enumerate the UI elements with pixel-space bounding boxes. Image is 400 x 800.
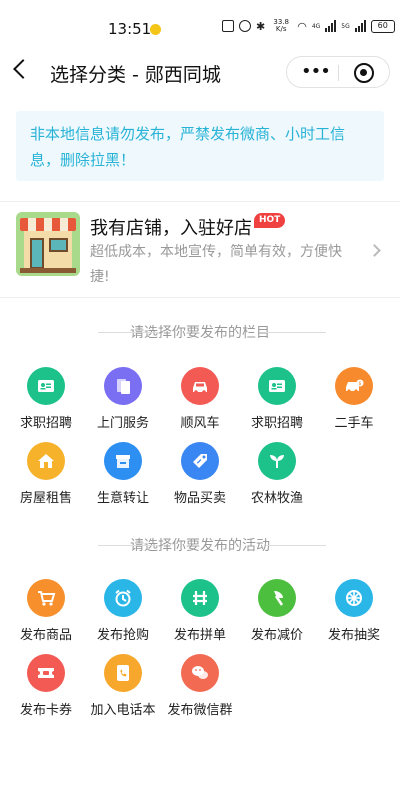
category-label: 发布商品 xyxy=(19,628,72,643)
page-title: 选择分类 - 郧西同城 xyxy=(50,64,221,86)
category-item[interactable]: 上门服务 xyxy=(85,367,161,431)
category-item[interactable]: 房屋租售 xyxy=(8,442,84,506)
shop-promo-description: 超低成本，本地宣传，简单有效，方便快捷! xyxy=(90,244,342,285)
category-label: 农林牧渔 xyxy=(250,491,303,506)
shop-icon xyxy=(104,442,142,480)
category-label: 加入电话本 xyxy=(90,703,156,718)
category-item[interactable]: 农林牧渔 xyxy=(239,442,315,506)
ticket-icon xyxy=(27,654,65,692)
id-card-icon xyxy=(258,367,296,405)
notice-banner: 非本地信息请勿发布，严禁发布微商、小时工信息，删除拉黑！ xyxy=(16,111,384,181)
category-label: 发布抽奖 xyxy=(327,628,380,643)
group-icon xyxy=(181,579,219,617)
category-item[interactable]: 求职招聘 xyxy=(239,367,315,431)
close-target-icon[interactable] xyxy=(354,63,374,83)
hot-badge: HOT xyxy=(254,213,286,228)
system-icons: ✱ 33.8 K/s ◠ 4G 5G 60 xyxy=(222,19,395,33)
axe-icon xyxy=(258,579,296,617)
wifi-icon: ◠ xyxy=(297,19,307,33)
signal-icon-2 xyxy=(354,20,366,32)
category-label: 顺风车 xyxy=(180,416,220,431)
category-label: 求职招聘 xyxy=(19,416,72,431)
category-label: 发布拼单 xyxy=(173,628,226,643)
category-item[interactable]: 发布抢购 xyxy=(85,579,161,643)
sprout-icon xyxy=(258,442,296,480)
used-car-icon: $ xyxy=(335,367,373,405)
section-title-columns: 请选择你要发布的栏目 xyxy=(0,322,400,342)
alarm-clock-icon xyxy=(104,579,142,617)
storefront-icon xyxy=(16,212,80,276)
wechat-icon xyxy=(181,654,219,692)
category-label: 发布卡券 xyxy=(19,703,72,718)
category-item[interactable]: 发布卡券 xyxy=(8,654,84,718)
car-icon xyxy=(181,367,219,405)
category-item[interactable]: 顺风车 xyxy=(162,367,238,431)
category-item[interactable]: 生意转让 xyxy=(85,442,161,506)
documents-icon xyxy=(104,367,142,405)
shop-promo[interactable]: 我有店铺，入驻好店 HOT 超低成本，本地宣传，简单有效，方便快捷! xyxy=(0,202,400,297)
mini-program-capsule: ••• xyxy=(286,56,390,88)
nav-bar: 选择分类 - 郧西同城 ••• xyxy=(0,56,400,92)
category-label: 上门服务 xyxy=(96,416,149,431)
category-item[interactable]: 发布商品 xyxy=(8,579,84,643)
capsule-divider xyxy=(338,65,339,81)
category-item[interactable]: 发布微信群 xyxy=(162,654,238,718)
status-time: 13:51 xyxy=(108,20,152,38)
house-icon xyxy=(27,442,65,480)
signal-4g-label: 4G xyxy=(311,22,321,30)
nfc-icon xyxy=(222,20,234,32)
category-item[interactable]: 求职招聘 xyxy=(8,367,84,431)
category-label: 求职招聘 xyxy=(250,416,303,431)
wheel-icon xyxy=(335,579,373,617)
signal-icon xyxy=(325,20,337,32)
svg-text:$: $ xyxy=(358,381,361,387)
category-label: 发布微信群 xyxy=(167,703,233,718)
section-title-activities-text: 请选择你要发布的活动 xyxy=(130,538,270,554)
category-item[interactable]: 物品买卖 xyxy=(162,442,238,506)
more-icon[interactable]: ••• xyxy=(301,63,331,81)
section-title-columns-text: 请选择你要发布的栏目 xyxy=(130,325,270,341)
chevron-right-icon xyxy=(368,244,381,257)
category-label: 房屋租售 xyxy=(19,491,72,506)
category-item[interactable]: 发布抽奖 xyxy=(316,579,392,643)
category-item[interactable]: $ 二手车 xyxy=(316,367,392,431)
shop-promo-title: 我有店铺，入驻好店 xyxy=(90,218,252,239)
battery-icon: 60 xyxy=(370,19,395,33)
back-arrow-icon[interactable] xyxy=(13,59,33,79)
category-label: 物品买卖 xyxy=(173,491,226,506)
section-title-activities: 请选择你要发布的活动 xyxy=(0,535,400,555)
category-label: 发布减价 xyxy=(250,628,303,643)
id-card-icon xyxy=(27,367,65,405)
divider xyxy=(0,297,400,298)
category-label: 发布抢购 xyxy=(96,628,149,643)
phone-icon xyxy=(104,654,142,692)
bluetooth-icon: ✱ xyxy=(256,19,266,33)
category-item[interactable]: 发布减价 xyxy=(239,579,315,643)
alarm-icon xyxy=(239,20,251,32)
net-speed: 33.8 K/s xyxy=(273,18,290,33)
category-label: 生意转让 xyxy=(96,491,149,506)
signal-5g-label: 5G xyxy=(341,22,350,30)
status-bar: 13:51 ✱ 33.8 K/s ◠ 4G 5G 60 xyxy=(0,0,400,56)
cart-icon xyxy=(27,579,65,617)
category-item[interactable]: 加入电话本 xyxy=(85,654,161,718)
tag-icon xyxy=(181,442,219,480)
notification-icon xyxy=(150,24,161,35)
category-item[interactable]: 发布拼单 xyxy=(162,579,238,643)
category-label: 二手车 xyxy=(334,416,374,431)
